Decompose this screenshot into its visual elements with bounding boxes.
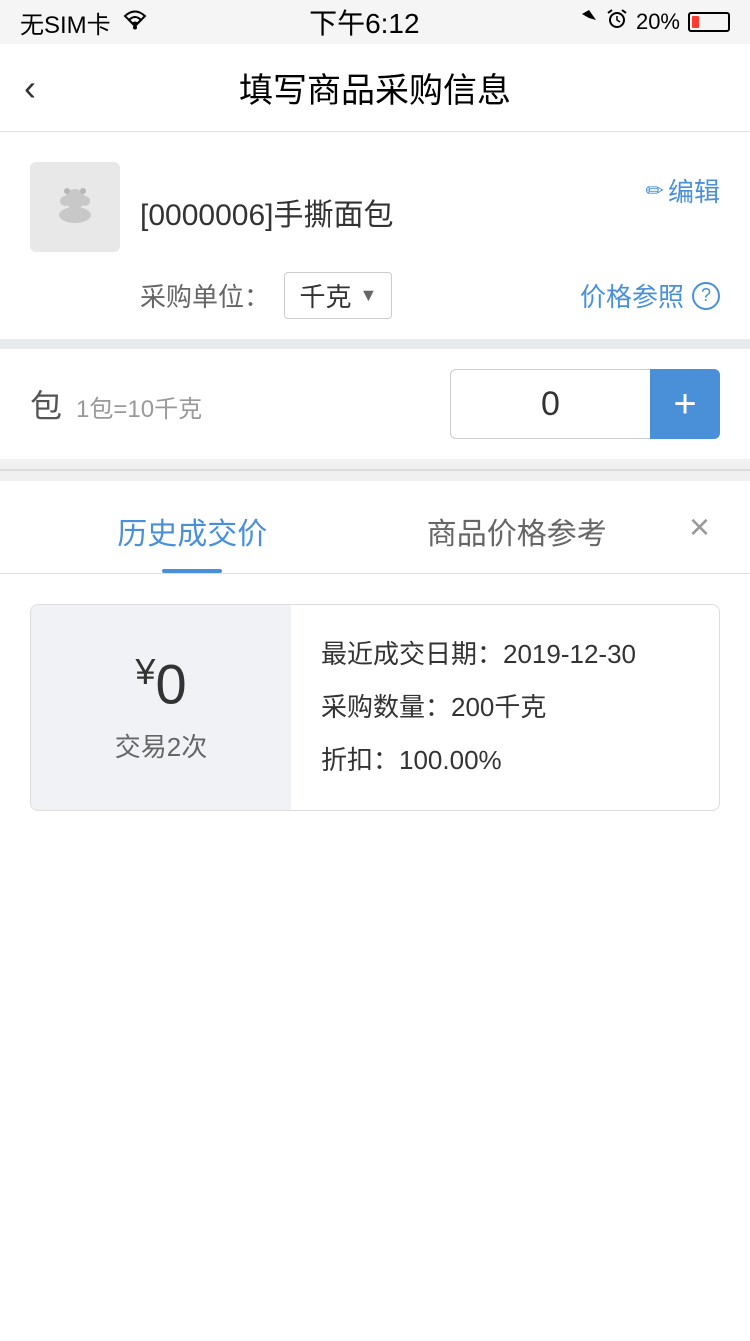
tab-product-price[interactable]: 商品价格参考	[354, 481, 678, 573]
tab-content-history: ¥0 交易2次 最近成交日期：2019-12-30 采购数量：200千克 折扣：…	[0, 574, 750, 841]
section-separator	[0, 339, 750, 349]
tab-close-button[interactable]: ×	[679, 496, 720, 558]
tab-product-label: 商品价格参考	[427, 518, 607, 551]
price-value: 0	[155, 653, 186, 716]
tab-history-label: 历史成交价	[117, 518, 267, 551]
product-thumbnail	[30, 162, 120, 252]
carrier-text: 无SIM卡	[20, 5, 111, 40]
alarm-icon	[606, 8, 628, 36]
status-bar: 无SIM卡 下午6:12 20%	[0, 0, 750, 44]
panel-separator	[0, 469, 750, 471]
tabs-section: 历史成交价 商品价格参考 × ¥0 交易2次 最近成交日期：2019-12-30…	[0, 481, 750, 841]
card-details-section: 最近成交日期：2019-12-30 采购数量：200千克 折扣：100.00%	[291, 605, 719, 810]
quantity-section: 包 1包=10千克 +	[0, 349, 750, 459]
product-section: [0000006]手撕面包 ✏ 编辑 采购单位： 千克 ▼ 价格参照 ?	[0, 132, 750, 339]
unit-select-group: 采购单位： 千克 ▼	[30, 272, 392, 319]
wifi-icon	[121, 8, 149, 37]
discount-row: 折扣：100.00%	[321, 741, 689, 780]
page-title: 填写商品采购信息	[239, 63, 511, 112]
quantity-input[interactable]	[450, 369, 650, 439]
purchase-qty-row: 采购数量：200千克	[321, 688, 689, 727]
battery-percent: 20%	[636, 9, 680, 35]
edit-button[interactable]: ✏ 编辑	[646, 162, 720, 209]
discount-value: 100.00%	[399, 745, 502, 775]
quantity-unit: 包	[30, 381, 62, 427]
nav-bar: ‹ 填写商品采购信息	[0, 44, 750, 132]
info-circle-icon: ?	[692, 282, 720, 310]
status-time: 下午6:12	[309, 2, 420, 42]
tab-history-price[interactable]: 历史成交价	[30, 481, 354, 573]
unit-label: 采购单位：	[140, 282, 270, 312]
quantity-input-group: +	[450, 369, 720, 439]
back-button[interactable]: ‹	[24, 67, 36, 109]
quantity-conversion: 1包=10千克	[76, 389, 202, 424]
battery-icon	[688, 12, 730, 32]
unit-dropdown[interactable]: 千克 ▼	[284, 272, 392, 319]
product-id-name: [0000006]手撕面包	[140, 180, 393, 234]
white-space	[0, 841, 750, 1341]
price-ref-label: 价格参照	[580, 277, 684, 314]
edit-label: 编辑	[668, 172, 720, 209]
discount-label: 折扣：	[321, 745, 399, 775]
edit-icon: ✏	[646, 178, 664, 204]
product-left: [0000006]手撕面包	[30, 162, 393, 252]
purchase-qty-label: 采购数量：	[321, 692, 451, 722]
quantity-plus-button[interactable]: +	[650, 369, 720, 439]
product-header: [0000006]手撕面包 ✏ 编辑	[30, 162, 720, 252]
quantity-label-group: 包 1包=10千克	[30, 381, 202, 427]
card-price-section: ¥0 交易2次	[31, 605, 291, 810]
tabs-header: 历史成交价 商品价格参考 ×	[0, 481, 750, 574]
price-reference-button[interactable]: 价格参照 ?	[580, 277, 720, 314]
latest-date-row: 最近成交日期：2019-12-30	[321, 635, 689, 674]
product-unit-row: 采购单位： 千克 ▼ 价格参照 ?	[30, 272, 720, 319]
status-right: 20%	[580, 8, 730, 36]
status-left: 无SIM卡	[20, 5, 149, 40]
unit-value: 千克	[299, 277, 351, 314]
history-price: ¥0	[135, 651, 186, 717]
trade-count: 交易2次	[115, 727, 207, 764]
history-card: ¥0 交易2次 最近成交日期：2019-12-30 采购数量：200千克 折扣：…	[30, 604, 720, 811]
latest-date-value: 2019-12-30	[503, 639, 636, 669]
dropdown-arrow-icon: ▼	[359, 285, 377, 306]
purchase-qty-value: 200千克	[451, 692, 546, 722]
currency-symbol: ¥	[135, 651, 155, 692]
latest-date-label: 最近成交日期：	[321, 639, 503, 669]
location-icon	[580, 8, 598, 36]
